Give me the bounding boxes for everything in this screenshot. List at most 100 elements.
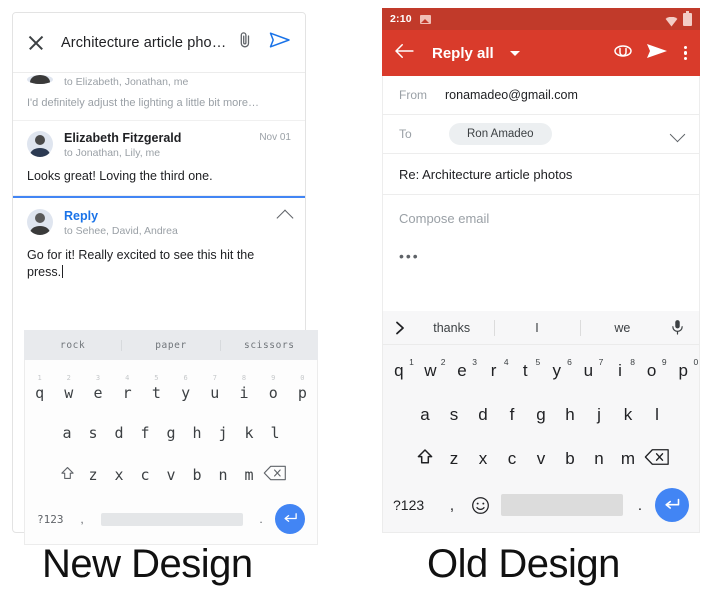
key-v[interactable]: v: [527, 449, 556, 469]
suggestion-chip[interactable]: I: [494, 319, 579, 336]
key-s[interactable]: s: [80, 423, 106, 443]
back-arrow-icon[interactable]: [394, 43, 416, 64]
chevron-right-icon[interactable]: [391, 321, 409, 335]
key-d[interactable]: d: [106, 423, 132, 443]
chevron-down-icon[interactable]: [669, 126, 686, 143]
key-v[interactable]: v: [158, 465, 184, 485]
period-key[interactable]: .: [629, 497, 651, 514]
subject-field[interactable]: Re: Architecture article photos: [383, 154, 699, 195]
key-u[interactable]: 7u: [573, 357, 605, 381]
quoted-text-toggle[interactable]: •••: [383, 226, 699, 264]
body-input[interactable]: Compose email: [383, 195, 699, 226]
recipient-chip[interactable]: Ron Amadeo: [449, 123, 552, 145]
inline-reply-card[interactable]: Reply to Sehee, David, Andrea Go for it!…: [13, 196, 305, 295]
emoji-icon[interactable]: [465, 496, 495, 515]
space-key[interactable]: [501, 494, 623, 516]
key-f[interactable]: f: [132, 423, 158, 443]
suggestion-chip[interactable]: paper: [121, 339, 219, 351]
old-design-keyboard[interactable]: thanks I we 1q 2w 3e 4r 5t 6y 7 u 8 i 9 …: [382, 311, 700, 533]
overflow-menu-icon[interactable]: [684, 44, 688, 62]
symbols-key[interactable]: ?123: [37, 513, 71, 526]
key-z[interactable]: z: [440, 449, 469, 469]
key-e[interactable]: 3e: [83, 373, 112, 403]
key-a[interactable]: a: [411, 405, 440, 425]
key-t[interactable]: 5t: [142, 373, 171, 403]
key-p[interactable]: 0p: [288, 373, 317, 403]
key-p[interactable]: 0p: [667, 357, 699, 381]
key-t[interactable]: 5t: [509, 357, 541, 381]
key-z[interactable]: z: [80, 465, 106, 485]
key-h[interactable]: h: [556, 405, 585, 425]
key-j[interactable]: j: [210, 423, 236, 443]
key-r[interactable]: 4r: [478, 357, 510, 381]
paperclip-icon[interactable]: [612, 42, 634, 65]
key-a[interactable]: a: [54, 423, 80, 443]
key-n[interactable]: n: [585, 449, 614, 469]
to-field[interactable]: To Ron Amadeo: [383, 115, 699, 154]
backspace-icon[interactable]: [262, 465, 288, 485]
key-i[interactable]: 8i: [229, 373, 258, 403]
key-i[interactable]: 8i: [604, 357, 636, 381]
key-w[interactable]: 2w: [415, 357, 447, 381]
symbols-key[interactable]: ?123: [393, 497, 439, 513]
caret-down-icon[interactable]: [509, 50, 520, 56]
key-m[interactable]: m: [614, 449, 643, 469]
thread-message-collapsed[interactable]: to Elizabeth, Jonathan, me I'd definitel…: [13, 73, 305, 121]
microphone-icon[interactable]: [665, 319, 691, 336]
key-w[interactable]: 2w: [54, 373, 83, 403]
key-o[interactable]: 9o: [636, 357, 668, 381]
close-icon[interactable]: [25, 32, 47, 54]
key-n[interactable]: n: [210, 465, 236, 485]
send-icon[interactable]: [267, 30, 293, 55]
key-b[interactable]: b: [184, 465, 210, 485]
reply-body-input[interactable]: Go for it! Really excited to see this hi…: [27, 247, 291, 281]
key-d[interactable]: d: [469, 405, 498, 425]
shift-icon[interactable]: [411, 447, 440, 472]
key-m[interactable]: m: [236, 465, 262, 485]
send-icon[interactable]: [646, 42, 668, 65]
key-l[interactable]: l: [262, 423, 288, 443]
shift-icon[interactable]: [54, 465, 80, 486]
key-g[interactable]: g: [158, 423, 184, 443]
key-x[interactable]: x: [469, 449, 498, 469]
period-key[interactable]: .: [251, 512, 271, 526]
suggestion-chip[interactable]: rock: [24, 340, 121, 351]
comma-key[interactable]: ,: [71, 512, 93, 526]
key-l[interactable]: l: [643, 405, 672, 425]
key-x[interactable]: x: [106, 465, 132, 485]
suggestion-chip[interactable]: scissors: [219, 339, 318, 351]
key-e[interactable]: 3e: [446, 357, 478, 381]
enter-icon[interactable]: [655, 488, 689, 522]
reply-recipients[interactable]: to Sehee, David, Andrea: [64, 224, 291, 238]
key-s[interactable]: s: [440, 405, 469, 425]
key-k[interactable]: k: [614, 405, 643, 425]
key-b[interactable]: b: [556, 449, 585, 469]
key-c[interactable]: c: [132, 465, 158, 485]
key-j[interactable]: j: [585, 405, 614, 425]
new-design-keyboard[interactable]: rock paper scissors 1q 2w 3e 4r 5t 6y 7u…: [24, 330, 318, 545]
backspace-icon[interactable]: [643, 448, 672, 471]
key-y[interactable]: 6y: [541, 357, 573, 381]
key-h[interactable]: h: [184, 423, 210, 443]
key-k[interactable]: k: [236, 423, 262, 443]
key-q[interactable]: 1q: [25, 373, 54, 403]
key-q[interactable]: 1q: [383, 357, 415, 381]
email-thread-list[interactable]: to Elizabeth, Jonathan, me I'd definitel…: [13, 73, 305, 311]
key-r[interactable]: 4r: [113, 373, 142, 403]
thread-message[interactable]: Nov 01 Elizabeth Fitzgerald to Jonathan,…: [13, 121, 305, 196]
key-c[interactable]: c: [498, 449, 527, 469]
compose-subject-text[interactable]: Architecture article pho…: [61, 35, 235, 51]
suggestion-strip[interactable]: rock paper scissors: [24, 330, 318, 360]
comma-key[interactable]: ,: [439, 497, 465, 514]
key-g[interactable]: g: [527, 405, 556, 425]
paperclip-icon[interactable]: [235, 31, 255, 54]
suggestion-strip[interactable]: thanks I we: [383, 311, 699, 345]
key-f[interactable]: f: [498, 405, 527, 425]
suggestion-chip[interactable]: we: [579, 319, 665, 336]
key-y[interactable]: 6y: [171, 373, 200, 403]
from-field[interactable]: From ronamadeo@gmail.com: [383, 76, 699, 115]
enter-icon[interactable]: [275, 504, 305, 534]
key-u[interactable]: 7u: [200, 373, 229, 403]
space-key[interactable]: [101, 512, 243, 526]
suggestion-chip[interactable]: thanks: [409, 321, 494, 335]
